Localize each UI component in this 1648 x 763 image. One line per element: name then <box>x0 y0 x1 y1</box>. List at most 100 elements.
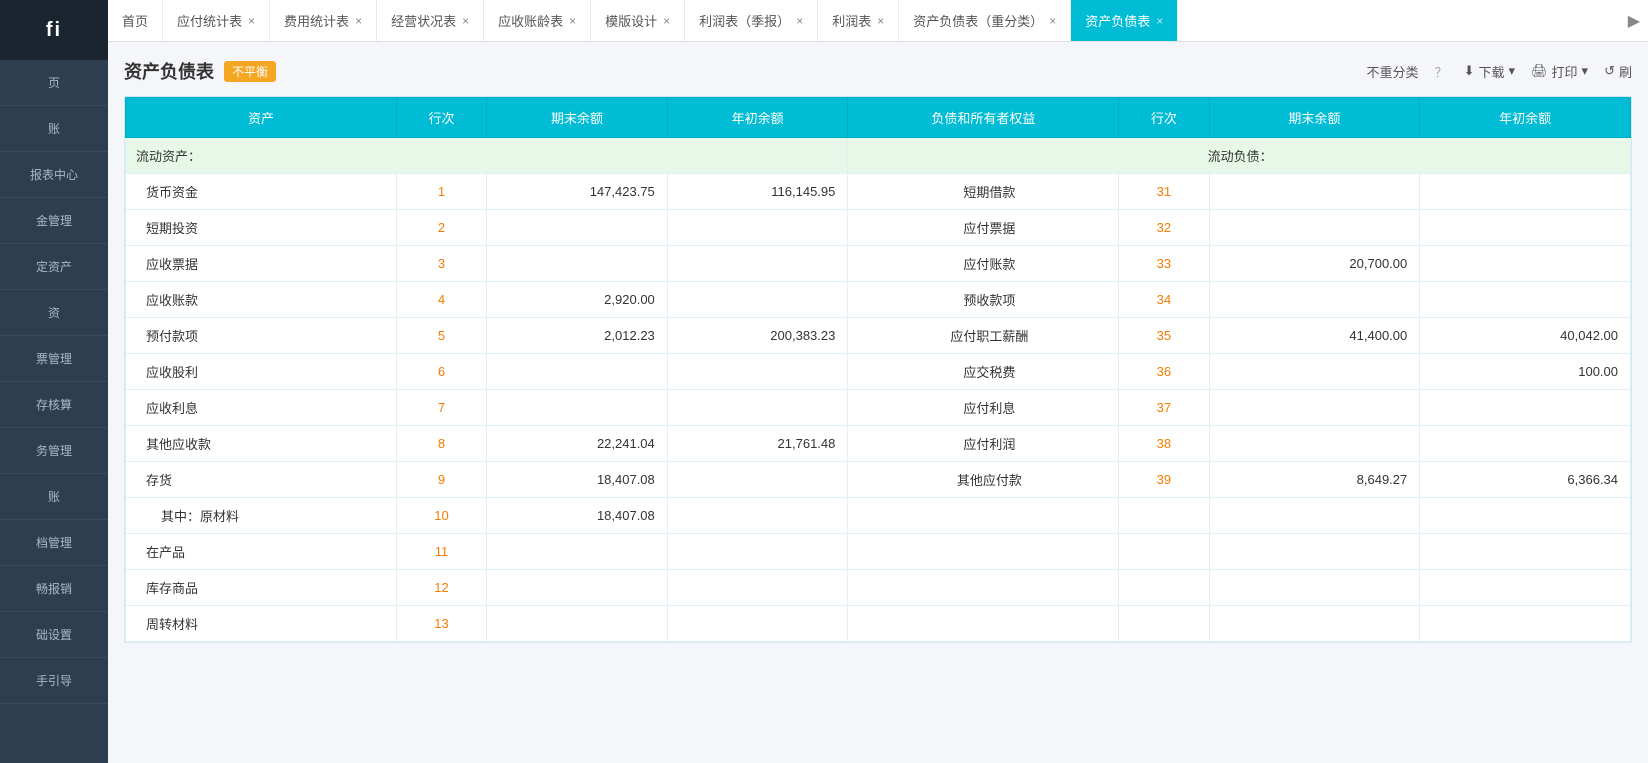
right-begin-balance <box>1420 174 1631 210</box>
sidebar-item-tax[interactable]: 务管理 <box>0 428 108 474</box>
right-row-num <box>1119 498 1209 534</box>
sidebar-item-invest[interactable]: 资 <box>0 290 108 336</box>
tab-arrow-right[interactable]: ▶ <box>1620 11 1648 31</box>
sidebar-item-expense[interactable]: 畅报销 <box>0 566 108 612</box>
sidebar-item-ledger[interactable]: 账 <box>0 474 108 520</box>
col-begin-balance-right: 年初余额 <box>1420 98 1631 138</box>
right-end-balance <box>1209 354 1420 390</box>
tab-close-profit[interactable]: × <box>877 14 884 28</box>
tab-bar: 首页 应付统计表 × 费用统计表 × 经营状况表 × 应收账龄表 × 模版设计 … <box>108 0 1648 42</box>
table-row: 货币资金 1 147,423.75 116,145.95 短期借款 31 <box>126 174 1631 210</box>
print-icon: 🖨 <box>1531 63 1548 79</box>
col-end-balance-right: 期末余额 <box>1209 98 1420 138</box>
right-item: 短期借款 <box>848 174 1119 210</box>
tab-balance[interactable]: 资产负债表 × <box>1071 0 1178 41</box>
no-classify-label[interactable]: 不重分类 <box>1367 62 1419 81</box>
download-button[interactable]: ⬇ 下载 ▾ <box>1464 62 1515 81</box>
tab-close-balance-reclassified[interactable]: × <box>1049 14 1056 28</box>
right-begin-balance <box>1420 606 1631 642</box>
right-begin-balance: 40,042.00 <box>1420 318 1631 354</box>
tab-profit-quarterly[interactable]: 利润表（季报） × <box>685 0 818 41</box>
right-end-balance: 41,400.00 <box>1209 318 1420 354</box>
col-row-num-right: 行次 <box>1119 98 1209 138</box>
sidebar: fi 页 账 报表中心 金管理 定资产 资 票管理 存核算 务管理 账 档管理 … <box>0 0 108 763</box>
left-row-num: 12 <box>396 570 486 606</box>
right-row-num <box>1119 606 1209 642</box>
download-icon: ⬇ <box>1464 63 1475 79</box>
sidebar-item-guide[interactable]: 手引导 <box>0 658 108 704</box>
tab-profit[interactable]: 利润表 × <box>818 0 899 41</box>
tab-template-design[interactable]: 模版设计 × <box>591 0 685 41</box>
left-item: 短期投资 <box>126 210 397 246</box>
left-begin-balance: 200,383.23 <box>667 318 848 354</box>
tab-close-profit-quarterly[interactable]: × <box>796 14 803 28</box>
left-begin-balance: 21,761.48 <box>667 426 848 462</box>
left-item: 库存商品 <box>126 570 397 606</box>
right-begin-balance <box>1420 390 1631 426</box>
tab-close-payable-stat[interactable]: × <box>248 14 255 28</box>
right-row-num: 31 <box>1119 174 1209 210</box>
sidebar-item-assets[interactable]: 定资产 <box>0 244 108 290</box>
sidebar-item-finance[interactable]: 金管理 <box>0 198 108 244</box>
left-row-num: 8 <box>396 426 486 462</box>
tab-close-balance[interactable]: × <box>1156 14 1163 28</box>
sidebar-item-archive[interactable]: 档管理 <box>0 520 108 566</box>
left-end-balance <box>487 354 668 390</box>
tab-payable-stat[interactable]: 应付统计表 × <box>163 0 270 41</box>
left-row-num: 5 <box>396 318 486 354</box>
tab-close-receivable-age[interactable]: × <box>569 14 576 28</box>
col-liability: 负债和所有者权益 <box>848 98 1119 138</box>
sidebar-item-settings[interactable]: 础设置 <box>0 612 108 658</box>
left-row-num: 13 <box>396 606 486 642</box>
left-begin-balance <box>667 570 848 606</box>
left-begin-balance <box>667 498 848 534</box>
left-row-num: 9 <box>396 462 486 498</box>
sidebar-item-account[interactable]: 账 <box>0 106 108 152</box>
tab-balance-reclassified[interactable]: 资产负债表（重分类） × <box>899 0 1071 41</box>
left-end-balance <box>487 606 668 642</box>
right-row-num: 37 <box>1119 390 1209 426</box>
sidebar-item-home[interactable]: 页 <box>0 60 108 106</box>
sidebar-logo: fi <box>0 0 108 60</box>
question-icon[interactable]: ？ <box>1435 62 1448 81</box>
balance-sheet-table-wrapper: 资产 行次 期末余额 年初余额 负债和所有者权益 行次 期末余额 年初余额 流动… <box>124 96 1632 643</box>
tab-operation-stat[interactable]: 经营状况表 × <box>377 0 484 41</box>
tab-close-template-design[interactable]: × <box>663 14 670 28</box>
tab-receivable-age[interactable]: 应收账龄表 × <box>484 0 591 41</box>
right-end-balance <box>1209 426 1420 462</box>
right-begin-balance <box>1420 426 1631 462</box>
tab-home[interactable]: 首页 <box>108 0 163 41</box>
sidebar-item-stock[interactable]: 存核算 <box>0 382 108 428</box>
content-area: 资产负债表 不平衡 不重分类 ？ ⬇ 下载 ▾ 🖨 打印 ▾ ↺ 刷 <box>108 42 1648 763</box>
print-button[interactable]: 🖨 打印 ▾ <box>1531 62 1588 81</box>
page-header: 资产负债表 不平衡 不重分类 ？ ⬇ 下载 ▾ 🖨 打印 ▾ ↺ 刷 <box>124 58 1632 84</box>
right-begin-balance <box>1420 246 1631 282</box>
sidebar-item-invoice[interactable]: 票管理 <box>0 336 108 382</box>
main-area: 首页 应付统计表 × 费用统计表 × 经营状况表 × 应收账龄表 × 模版设计 … <box>108 0 1648 763</box>
right-item: 预收款项 <box>848 282 1119 318</box>
sidebar-item-report[interactable]: 报表中心 <box>0 152 108 198</box>
section-right-label: 流动负债： <box>848 138 1631 174</box>
right-item: 其他应付款 <box>848 462 1119 498</box>
refresh-button[interactable]: ↺ 刷 <box>1604 62 1632 81</box>
left-item: 周转材料 <box>126 606 397 642</box>
left-end-balance <box>487 246 668 282</box>
col-asset: 资产 <box>126 98 397 138</box>
header-actions: 不重分类 ？ ⬇ 下载 ▾ 🖨 打印 ▾ ↺ 刷 <box>1367 62 1632 81</box>
left-begin-balance <box>667 390 848 426</box>
tab-close-operation-stat[interactable]: × <box>462 14 469 28</box>
right-item: 应付利息 <box>848 390 1119 426</box>
section-left-label: 流动资产： <box>126 138 848 174</box>
right-begin-balance: 100.00 <box>1420 354 1631 390</box>
right-end-balance: 8,649.27 <box>1209 462 1420 498</box>
unbalanced-badge: 不平衡 <box>224 61 276 82</box>
tab-expense-stat[interactable]: 费用统计表 × <box>270 0 377 41</box>
left-begin-balance <box>667 462 848 498</box>
left-row-num: 7 <box>396 390 486 426</box>
left-end-balance: 2,012.23 <box>487 318 668 354</box>
table-row: 应收账款 4 2,920.00 预收款项 34 <box>126 282 1631 318</box>
tab-close-expense-stat[interactable]: × <box>355 14 362 28</box>
left-begin-balance <box>667 534 848 570</box>
right-item: 应付利润 <box>848 426 1119 462</box>
right-item <box>848 606 1119 642</box>
